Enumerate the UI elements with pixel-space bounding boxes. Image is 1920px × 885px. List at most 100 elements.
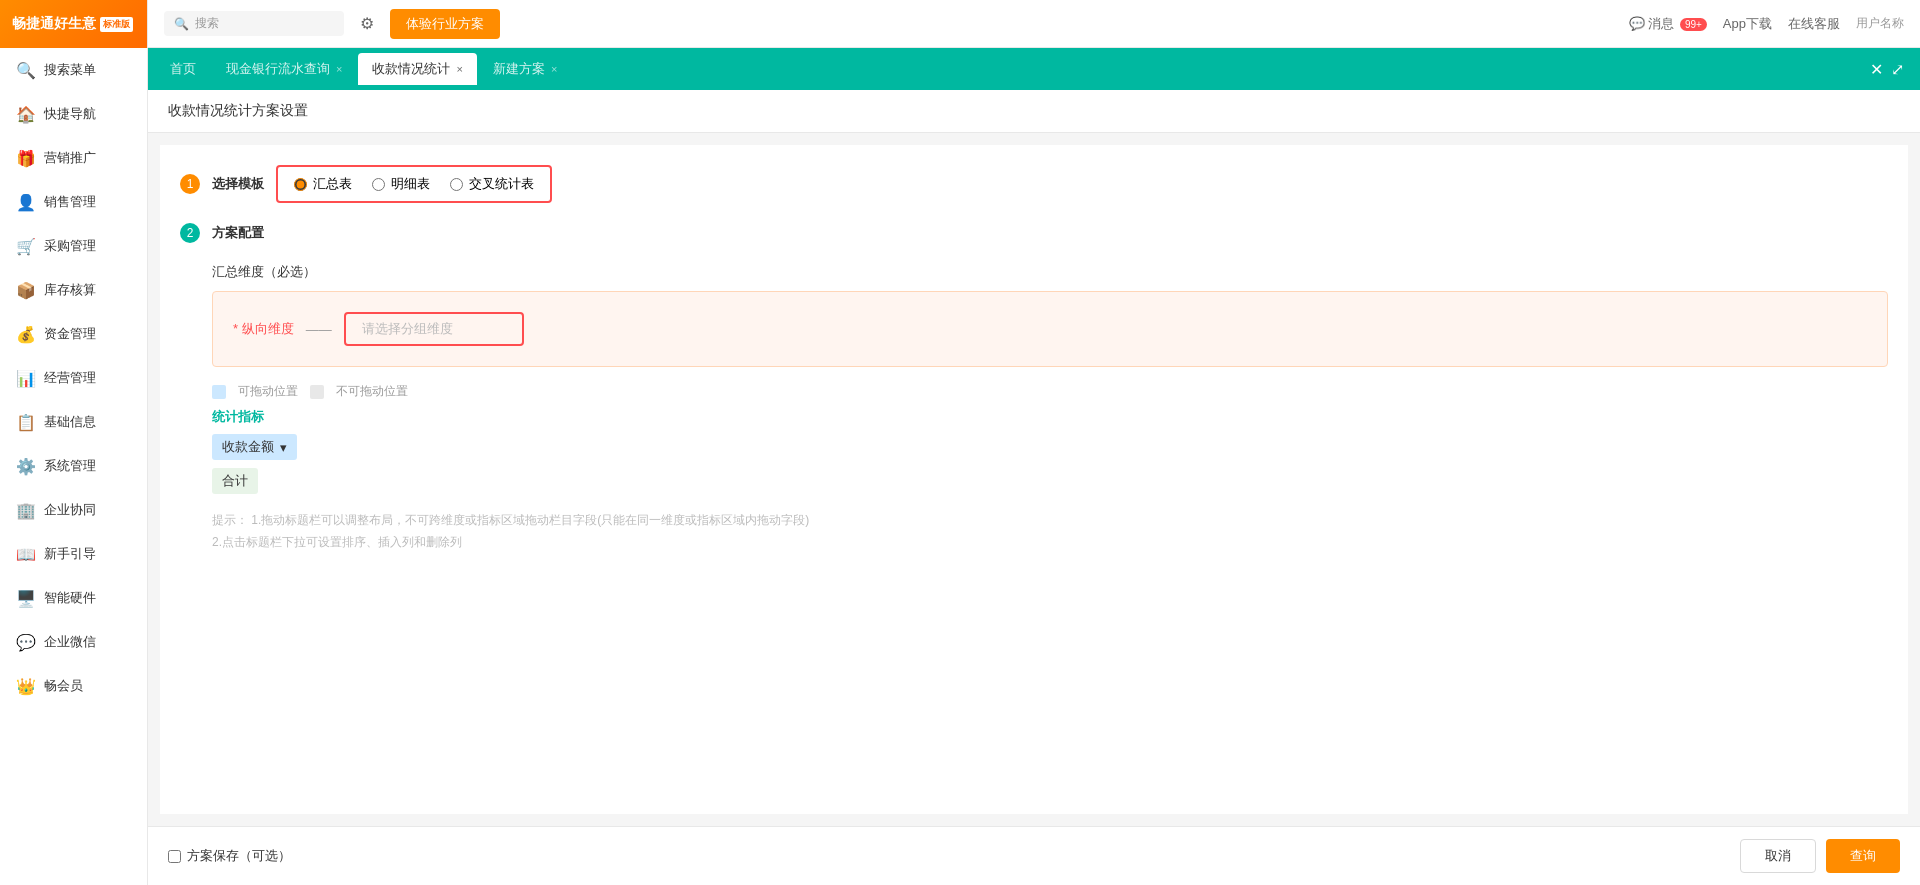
step2-label: 方案配置 bbox=[212, 224, 264, 242]
inventory-icon: 📦 bbox=[16, 281, 36, 300]
radio-summary-input[interactable] bbox=[294, 178, 307, 191]
industry-btn[interactable]: 体验行业方案 bbox=[390, 9, 500, 39]
topbar: 🔍 搜索 ⚙ 体验行业方案 💬 消息 99+ App下载 在线客服 用户名称 bbox=[148, 0, 1920, 48]
search-placeholder: 搜索 bbox=[195, 15, 219, 32]
maximize-icon[interactable]: ⤢ bbox=[1891, 60, 1904, 79]
sidebar-item-label-finance: 资金管理 bbox=[44, 325, 96, 343]
tip-area: 提示： 1.拖动标题栏可以调整布局，不可跨维度或指标区域拖动栏目字段(只能在同一… bbox=[212, 510, 1888, 553]
sidebar-item-member[interactable]: 👑 畅会员 bbox=[0, 664, 147, 708]
sidebar-item-wechat[interactable]: 💬 企业微信 bbox=[0, 620, 147, 664]
sidebar-item-guide[interactable]: 📖 新手引导 bbox=[0, 532, 147, 576]
gear-icon[interactable]: ⚙ bbox=[360, 14, 374, 33]
main-area: 🔍 搜索 ⚙ 体验行业方案 💬 消息 99+ App下载 在线客服 用户名称 首… bbox=[148, 0, 1920, 885]
tab-close-cash-bank[interactable]: × bbox=[336, 63, 342, 75]
notification-label: 消息 bbox=[1648, 16, 1674, 31]
tab-new-scheme[interactable]: 新建方案× bbox=[479, 53, 571, 85]
sidebar-item-basic-info[interactable]: 📋 基础信息 bbox=[0, 400, 147, 444]
sidebar-item-inventory[interactable]: 📦 库存核算 bbox=[0, 268, 147, 312]
sidebar: 畅捷通好生意 标准版 🔍 搜索菜单🏠 快捷导航🎁 营销推广👤 销售管理🛒 采购管… bbox=[0, 0, 148, 885]
tab-cash-bank[interactable]: 现金银行流水查询 × bbox=[212, 53, 356, 85]
search-icon: 🔍 bbox=[174, 17, 189, 31]
indicator-tag-label: 收款金额 bbox=[222, 438, 274, 456]
download-label[interactable]: App下载 bbox=[1723, 15, 1772, 33]
sidebar-item-marketing[interactable]: 🎁 营销推广 bbox=[0, 136, 147, 180]
tabbar-actions: ✕ ⤢ bbox=[1870, 60, 1912, 79]
radio-summary[interactable]: 汇总表 bbox=[294, 175, 352, 193]
topbar-search[interactable]: 🔍 搜索 bbox=[164, 11, 344, 36]
sidebar-item-operations[interactable]: 📊 经营管理 bbox=[0, 356, 147, 400]
tabbar: 首页现金银行流水查询×收款情况统计×新建方案× ✕ ⤢ bbox=[148, 48, 1920, 90]
indicator-dropdown-icon[interactable]: ▾ bbox=[280, 440, 287, 455]
footer-buttons: 取消 查询 bbox=[1740, 839, 1900, 873]
indicator-legend: 可拖动位置 不可拖动位置 bbox=[212, 383, 1888, 400]
sidebar-item-label-purchase: 采购管理 bbox=[44, 237, 96, 255]
sidebar-item-label-operations: 经营管理 bbox=[44, 369, 96, 387]
radio-cross-input[interactable] bbox=[450, 178, 463, 191]
sidebar-item-search-menu[interactable]: 🔍 搜索菜单 bbox=[0, 48, 147, 92]
radio-cross-label: 交叉统计表 bbox=[469, 175, 534, 193]
step1-label: 选择模板 bbox=[212, 175, 264, 193]
sidebar-item-label-sales: 销售管理 bbox=[44, 193, 96, 211]
member-icon: 👑 bbox=[16, 677, 36, 696]
dimension-required-label: * 纵向维度 bbox=[233, 320, 294, 338]
enterprise-icon: 🏢 bbox=[16, 501, 36, 520]
dimension-area: * 纵向维度 —— 请选择分组维度 bbox=[212, 291, 1888, 367]
logo-text: 畅捷通好生意 bbox=[12, 15, 96, 33]
tab-close-collection-stat[interactable]: × bbox=[456, 63, 462, 75]
tab-label-cash-bank: 现金银行流水查询 bbox=[226, 60, 330, 78]
notification-badge: 99+ bbox=[1680, 18, 1707, 31]
radio-detail-label: 明细表 bbox=[391, 175, 430, 193]
topbar-right: 💬 消息 99+ App下载 在线客服 用户名称 bbox=[1629, 15, 1904, 33]
indicator-sub: 合计 bbox=[212, 468, 258, 494]
step2-row: 2 方案配置 bbox=[180, 223, 1888, 243]
tab-home[interactable]: 首页 bbox=[156, 53, 210, 85]
indicator-section: 统计指标 收款金额 ▾ 合计 bbox=[212, 408, 1888, 494]
service-label[interactable]: 在线客服 bbox=[1788, 15, 1840, 33]
operations-icon: 📊 bbox=[16, 369, 36, 388]
step1-row: 1 选择模板 汇总表 明细表 交叉统计表 bbox=[180, 165, 1888, 203]
dimension-config-label: 汇总维度（必选） bbox=[212, 263, 1888, 281]
save-checkbox[interactable]: 方案保存（可选） bbox=[168, 847, 291, 865]
indicator-tag[interactable]: 收款金额 ▾ bbox=[212, 434, 297, 460]
page-title-text: 收款情况统计方案设置 bbox=[168, 102, 308, 118]
tip-1: 提示： 1.拖动标题栏可以调整布局，不可跨维度或指标区域拖动栏目字段(只能在同一… bbox=[212, 510, 1888, 532]
user-name[interactable]: 用户名称 bbox=[1856, 15, 1904, 32]
sidebar-item-enterprise[interactable]: 🏢 企业协同 bbox=[0, 488, 147, 532]
tab-close-new-scheme[interactable]: × bbox=[551, 63, 557, 75]
sidebar-item-system[interactable]: ⚙️ 系统管理 bbox=[0, 444, 147, 488]
query-button[interactable]: 查询 bbox=[1826, 839, 1900, 873]
close-icon[interactable]: ✕ bbox=[1870, 60, 1883, 79]
sidebar-item-sales[interactable]: 👤 销售管理 bbox=[0, 180, 147, 224]
tip-2: 2.点击标题栏下拉可设置排序、插入列和删除列 bbox=[212, 532, 1888, 554]
purchase-icon: 🛒 bbox=[16, 237, 36, 256]
save-checkbox-input[interactable] bbox=[168, 850, 181, 863]
tab-label-collection-stat: 收款情况统计 bbox=[372, 60, 450, 78]
radio-detail[interactable]: 明细表 bbox=[372, 175, 430, 193]
dimension-row: * 纵向维度 —— 请选择分组维度 bbox=[233, 312, 1867, 346]
indicator-section-label: 统计指标 bbox=[212, 408, 1888, 426]
sidebar-item-hardware[interactable]: 🖥️ 智能硬件 bbox=[0, 576, 147, 620]
finance-icon: 💰 bbox=[16, 325, 36, 344]
system-icon: ⚙️ bbox=[16, 457, 36, 476]
radio-detail-input[interactable] bbox=[372, 178, 385, 191]
sidebar-item-quick-nav[interactable]: 🏠 快捷导航 bbox=[0, 92, 147, 136]
template-options: 汇总表 明细表 交叉统计表 bbox=[276, 165, 552, 203]
sidebar-item-purchase[interactable]: 🛒 采购管理 bbox=[0, 224, 147, 268]
config-section: 汇总维度（必选） * 纵向维度 —— 请选择分组维度 可拖动位置 不可拖动位置 bbox=[212, 263, 1888, 553]
dimension-arrow: —— bbox=[306, 322, 332, 337]
step1-badge: 1 bbox=[180, 174, 200, 194]
sidebar-item-finance[interactable]: 💰 资金管理 bbox=[0, 312, 147, 356]
cancel-button[interactable]: 取消 bbox=[1740, 839, 1816, 873]
form-area: 1 选择模板 汇总表 明细表 交叉统计表 bbox=[160, 145, 1908, 814]
notification-area[interactable]: 💬 消息 99+ bbox=[1629, 15, 1707, 33]
sidebar-item-label-hardware: 智能硬件 bbox=[44, 589, 96, 607]
legend-dot-draggable bbox=[212, 385, 226, 399]
content-area: 收款情况统计方案设置 1 选择模板 汇总表 明细表 bbox=[148, 90, 1920, 885]
tab-collection-stat[interactable]: 收款情况统计 × bbox=[358, 53, 476, 85]
guide-icon: 📖 bbox=[16, 545, 36, 564]
sidebar-item-label-inventory: 库存核算 bbox=[44, 281, 96, 299]
sidebar-item-label-guide: 新手引导 bbox=[44, 545, 96, 563]
dimension-select[interactable]: 请选择分组维度 bbox=[344, 312, 524, 346]
step2-badge: 2 bbox=[180, 223, 200, 243]
radio-cross[interactable]: 交叉统计表 bbox=[450, 175, 534, 193]
